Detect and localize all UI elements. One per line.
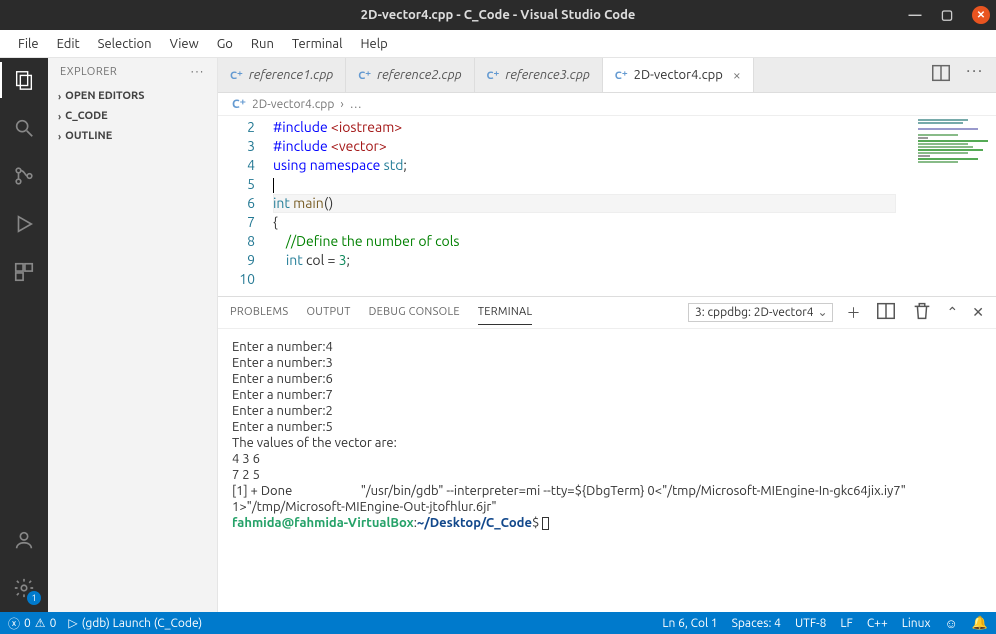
tab-reference1-cpp[interactable]: C⁺reference1.cpp [218,58,346,92]
editor-tabs: C⁺reference1.cppC⁺reference2.cppC⁺refere… [218,58,996,93]
panel-tab-terminal[interactable]: TERMINAL [478,300,533,325]
notifications-icon[interactable]: 🔔 [972,616,988,631]
status-launch[interactable]: ▷ (gdb) Launch (C_Code) [68,616,202,630]
status-errors[interactable]: ⓧ 0 ⚠ 0 [8,615,56,632]
status-bar: ⓧ 0 ⚠ 0 ▷ (gdb) Launch (C_Code) Ln 6, Co… [0,612,996,634]
search-icon[interactable] [10,114,38,142]
status-language[interactable]: C++ [867,616,888,631]
panel: PROBLEMS OUTPUT DEBUG CONSOLE TERMINAL 3: c… [218,296,996,612]
sidebar-section-outline[interactable]: ›OUTLINE [48,126,217,146]
feedback-icon[interactable]: ☺ [945,616,958,631]
split-terminal-icon[interactable] [875,300,897,325]
new-terminal-icon[interactable]: ＋ [847,303,861,323]
breadcrumb-more: … [350,98,362,111]
menu-go[interactable]: Go [209,33,241,55]
menu-file[interactable]: File [10,33,47,55]
breadcrumb-file: 2D-vector4.cpp [252,98,334,111]
sidebar: EXPLORER ··· ›OPEN EDITORS›C_CODE›OUTLIN… [48,58,218,612]
breadcrumb-sep: › [340,98,343,111]
status-eol[interactable]: LF [840,616,852,631]
sidebar-section-c_code[interactable]: ›C_CODE [48,106,217,126]
status-encoding[interactable]: UTF-8 [795,616,826,631]
title-bar: 2D-vector4.cpp - C_Code - Visual Studio … [0,0,996,30]
debug-icon[interactable] [10,210,38,238]
breadcrumb[interactable]: C⁺ 2D-vector4.cpp › … [218,93,996,116]
kill-terminal-icon[interactable] [911,300,933,325]
source-control-icon[interactable] [10,162,38,190]
menu-edit[interactable]: Edit [49,33,88,55]
tab-close-icon[interactable]: × [733,67,741,83]
minimize-button[interactable]: ― [908,8,922,22]
editor-area: C⁺reference1.cppC⁺reference2.cppC⁺refere… [218,58,996,612]
editor-more-icon[interactable]: ··· [966,62,984,88]
tab-2D-vector4-cpp[interactable]: C⁺2D-vector4.cpp× [603,58,754,92]
panel-tab-debug-console[interactable]: DEBUG CONSOLE [369,300,460,325]
tab-reference3-cpp[interactable]: C⁺reference3.cpp [475,58,603,92]
status-position[interactable]: Ln 6, Col 1 [662,616,717,631]
extensions-icon[interactable] [10,258,38,286]
split-editor-icon[interactable] [930,62,952,88]
window-title: 2D-vector4.cpp - C_Code - Visual Studio … [361,8,636,22]
sidebar-section-open-editors[interactable]: ›OPEN EDITORS [48,86,217,106]
menu-selection[interactable]: Selection [90,33,160,55]
tab-reference2-cpp[interactable]: C⁺reference2.cpp [346,58,474,92]
terminal-selector[interactable]: 3: cppdbg: 2D-vector4 [688,303,833,322]
activity-bar: 1 [0,58,48,612]
code-editor[interactable]: 2345678910 #include <iostream>#include <… [218,116,996,296]
terminal-output[interactable]: Enter a number:4Enter a number:3Enter a … [218,329,996,612]
panel-tab-output[interactable]: OUTPUT [306,300,350,325]
status-spaces[interactable]: Spaces: 4 [732,616,781,631]
accounts-icon[interactable] [10,526,38,554]
maximize-button[interactable]: ▢ [940,8,954,22]
sidebar-title: EXPLORER [60,66,117,78]
menu-bar: FileEditSelectionViewGoRunTerminalHelp [0,30,996,58]
status-os[interactable]: Linux [902,616,931,631]
menu-view[interactable]: View [162,33,207,55]
explorer-icon[interactable] [10,66,38,94]
settings-badge: 1 [27,591,41,605]
panel-tabs: PROBLEMS OUTPUT DEBUG CONSOLE TERMINAL 3: c… [218,297,996,329]
sidebar-more-icon[interactable]: ··· [191,66,205,78]
menu-run[interactable]: Run [243,33,282,55]
panel-tab-problems[interactable]: PROBLEMS [230,300,288,325]
menu-terminal[interactable]: Terminal [284,33,351,55]
close-button[interactable]: ✕ [972,6,990,24]
maximize-panel-icon[interactable]: ⌃ [947,304,959,321]
close-panel-icon[interactable]: ✕ [972,304,984,321]
settings-icon[interactable]: 1 [10,574,38,602]
menu-help[interactable]: Help [352,33,395,55]
